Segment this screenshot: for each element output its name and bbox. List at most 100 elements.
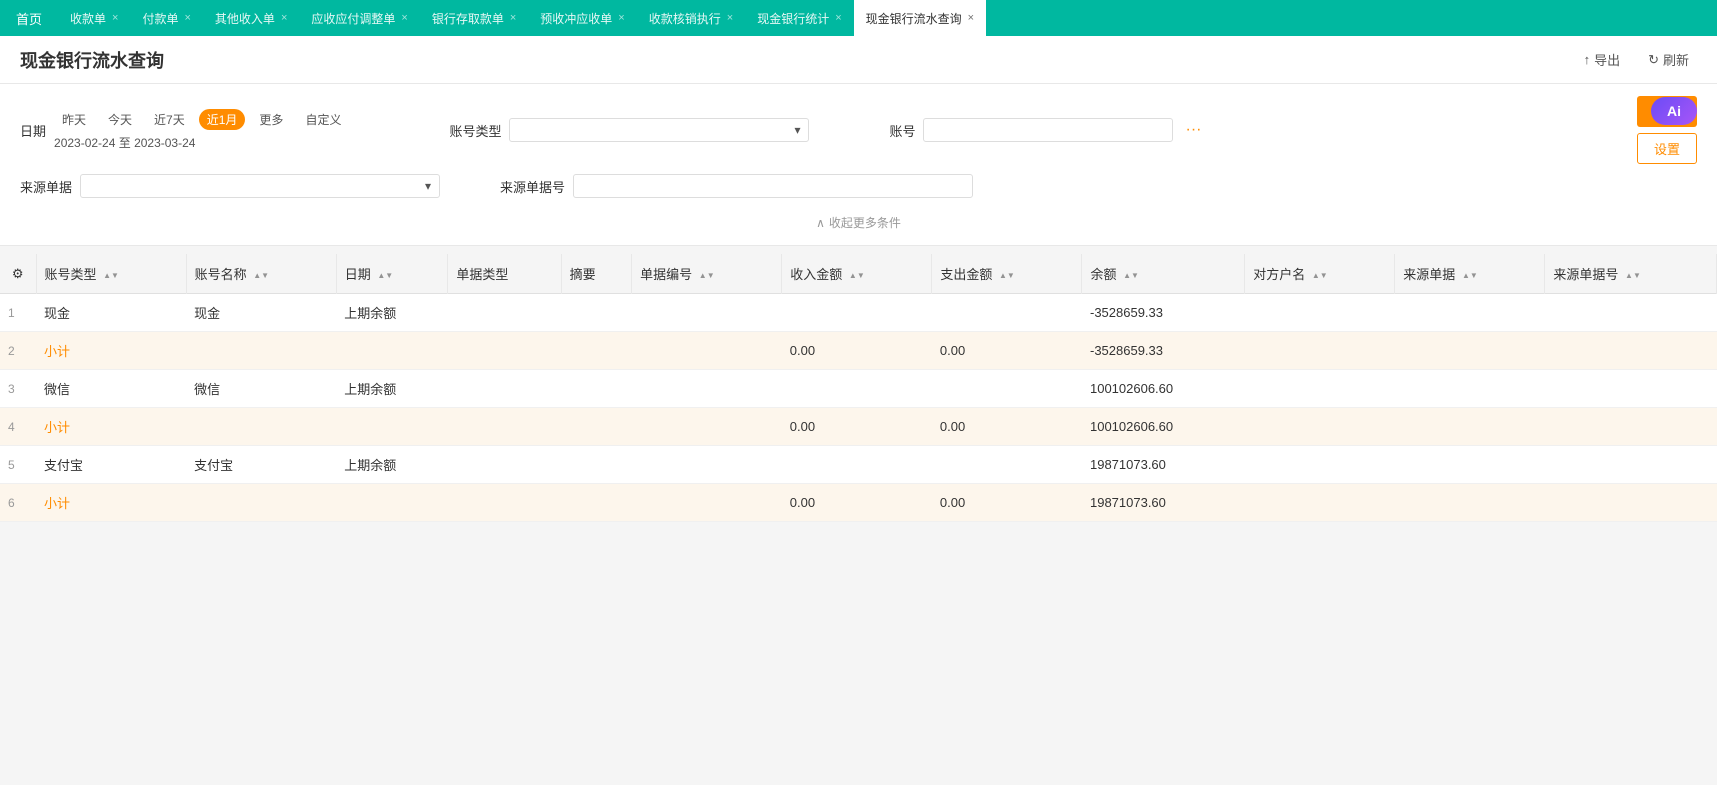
close-icon[interactable]: × — [184, 12, 190, 24]
settings-button[interactable]: 设置 — [1637, 133, 1697, 164]
th-balance[interactable]: 余额 ▲▼ — [1082, 254, 1245, 294]
date-option-custom[interactable]: 自定义 — [297, 109, 349, 130]
th-doc-type[interactable]: 单据类型 — [448, 254, 561, 294]
account-input[interactable] — [923, 118, 1173, 142]
th-summary[interactable]: 摘要 — [561, 254, 632, 294]
th-source-doc-no[interactable]: 来源单据号 ▲▼ — [1545, 254, 1717, 294]
table-cell — [186, 332, 336, 370]
tab-qitashouru[interactable]: 其他收入单 × — [203, 0, 299, 36]
table-row[interactable]: 1现金现金上期余额-3528659.33 — [0, 294, 1717, 332]
table-row[interactable]: 5支付宝支付宝上期余额19871073.60 — [0, 446, 1717, 484]
table-cell — [1545, 484, 1717, 522]
table-cell — [1395, 370, 1545, 408]
table-cell: 微信 — [186, 370, 336, 408]
th-date-label: 日期 — [345, 267, 371, 282]
home-tab[interactable]: 首页 — [0, 0, 58, 36]
table-cell: -3528659.33 — [1082, 294, 1245, 332]
table-cell — [561, 294, 632, 332]
close-icon[interactable]: × — [510, 12, 516, 24]
tab-yingshouyingfu[interactable]: 应收应付调整单 × — [299, 0, 419, 36]
date-option-7days[interactable]: 近7天 — [146, 109, 193, 130]
th-date[interactable]: 日期 ▲▼ — [336, 254, 448, 294]
filter-area: 日期 昨天 今天 近7天 近1月 更多 自定义 2023-02-24 至 202… — [0, 84, 1717, 246]
tab-xianjinyinhang[interactable]: 现金银行统计 × — [745, 0, 853, 36]
table-cell: 0.00 — [932, 332, 1082, 370]
chevron-up-icon: ∧ — [816, 216, 825, 230]
tab-yushouzhongyingshou[interactable]: 预收冲应收单 × — [528, 0, 636, 36]
th-expense[interactable]: 支出金额 ▲▼ — [932, 254, 1082, 294]
tab-yinhangcunqu[interactable]: 银行存取款单 × — [420, 0, 528, 36]
date-option-1month[interactable]: 近1月 — [199, 109, 246, 130]
ai-button[interactable]: Ai — [1651, 97, 1697, 125]
table-cell: 0.00 — [782, 408, 932, 446]
table-row[interactable]: 3微信微信上期余额100102606.60 — [0, 370, 1717, 408]
table-cell — [1395, 294, 1545, 332]
sort-icons: ▲▼ — [699, 271, 715, 280]
date-option-today[interactable]: 今天 — [100, 109, 140, 130]
table-row[interactable]: 4小计0.000.00100102606.60 — [0, 408, 1717, 446]
table-cell — [336, 332, 448, 370]
th-doc-type-label: 单据类型 — [456, 267, 508, 282]
th-summary-label: 摘要 — [570, 267, 596, 282]
account-type-filter-group: 账号类型 ▾ — [449, 118, 809, 142]
th-doc-no[interactable]: 单据编号 ▲▼ — [632, 254, 782, 294]
table-cell — [782, 446, 932, 484]
table-cell: 小计 — [36, 408, 186, 446]
table-cell: 0.00 — [932, 484, 1082, 522]
table-cell — [1245, 408, 1395, 446]
th-counterpart[interactable]: 对方户名 ▲▼ — [1245, 254, 1395, 294]
table-cell: 现金 — [186, 294, 336, 332]
refresh-button[interactable]: ↻ 刷新 — [1640, 46, 1697, 73]
table-row[interactable]: 2小计0.000.00-3528659.33 — [0, 332, 1717, 370]
th-account-name[interactable]: 账号名称 ▲▼ — [186, 254, 336, 294]
source-doc-filter-group: 来源单据 ▾ — [20, 174, 440, 198]
close-icon[interactable]: × — [281, 12, 287, 24]
close-icon[interactable]: × — [968, 12, 974, 24]
table-cell — [561, 408, 632, 446]
table-cell: 0.00 — [782, 332, 932, 370]
table-cell: 0.00 — [782, 484, 932, 522]
collapse-bar[interactable]: ∧ 收起更多条件 — [20, 208, 1697, 233]
ai-label: Ai — [1667, 103, 1681, 119]
refresh-icon: ↻ — [1648, 52, 1659, 68]
date-option-more[interactable]: 更多 — [251, 109, 291, 130]
sort-icons: ▲▼ — [999, 271, 1015, 280]
tab-fukuandan[interactable]: 付款单 × — [130, 0, 202, 36]
data-table: ⚙ 账号类型 ▲▼ 账号名称 ▲▼ 日期 ▲▼ 单据类型 摘要 — [0, 254, 1717, 522]
filter-row-2: 来源单据 ▾ 来源单据号 — [20, 174, 1697, 198]
close-icon[interactable]: × — [401, 12, 407, 24]
account-filter-group: 账号 ··· — [889, 118, 1205, 142]
table-cell: 微信 — [36, 370, 186, 408]
tab-shoukuanzhixing[interactable]: 收款核销执行 × — [637, 0, 745, 36]
source-doc-no-input[interactable] — [573, 174, 973, 198]
export-icon: ↑ — [1584, 52, 1591, 67]
tab-shoukuandan[interactable]: 收款单 × — [58, 0, 130, 36]
tab-liushui[interactable]: 现金银行流水查询 × — [854, 0, 986, 36]
account-dots-button[interactable]: ··· — [1181, 121, 1205, 139]
sort-icons: ▲▼ — [1312, 271, 1328, 280]
close-icon[interactable]: × — [835, 12, 841, 24]
export-button[interactable]: ↑ 导出 — [1576, 46, 1629, 73]
account-type-label: 账号类型 — [449, 121, 501, 140]
table-cell — [632, 408, 782, 446]
close-icon[interactable]: × — [112, 12, 118, 24]
table-cell — [632, 446, 782, 484]
table-cell: 小计 — [36, 484, 186, 522]
th-gear[interactable]: ⚙ — [0, 254, 36, 294]
table-cell: 4 — [0, 408, 36, 446]
table-cell — [1545, 332, 1717, 370]
th-doc-no-label: 单据编号 — [640, 267, 692, 282]
table-cell — [448, 332, 561, 370]
table-cell — [1395, 446, 1545, 484]
date-option-yesterday[interactable]: 昨天 — [54, 109, 94, 130]
table-cell — [932, 446, 1082, 484]
close-icon[interactable]: × — [727, 12, 733, 24]
th-source-doc[interactable]: 来源单据 ▲▼ — [1395, 254, 1545, 294]
close-icon[interactable]: × — [618, 12, 624, 24]
source-doc-select[interactable]: ▾ — [80, 174, 440, 198]
th-income[interactable]: 收入金额 ▲▼ — [782, 254, 932, 294]
table-cell: 19871073.60 — [1082, 484, 1245, 522]
account-type-select[interactable]: ▾ — [509, 118, 809, 142]
table-row[interactable]: 6小计0.000.0019871073.60 — [0, 484, 1717, 522]
th-account-type[interactable]: 账号类型 ▲▼ — [36, 254, 186, 294]
